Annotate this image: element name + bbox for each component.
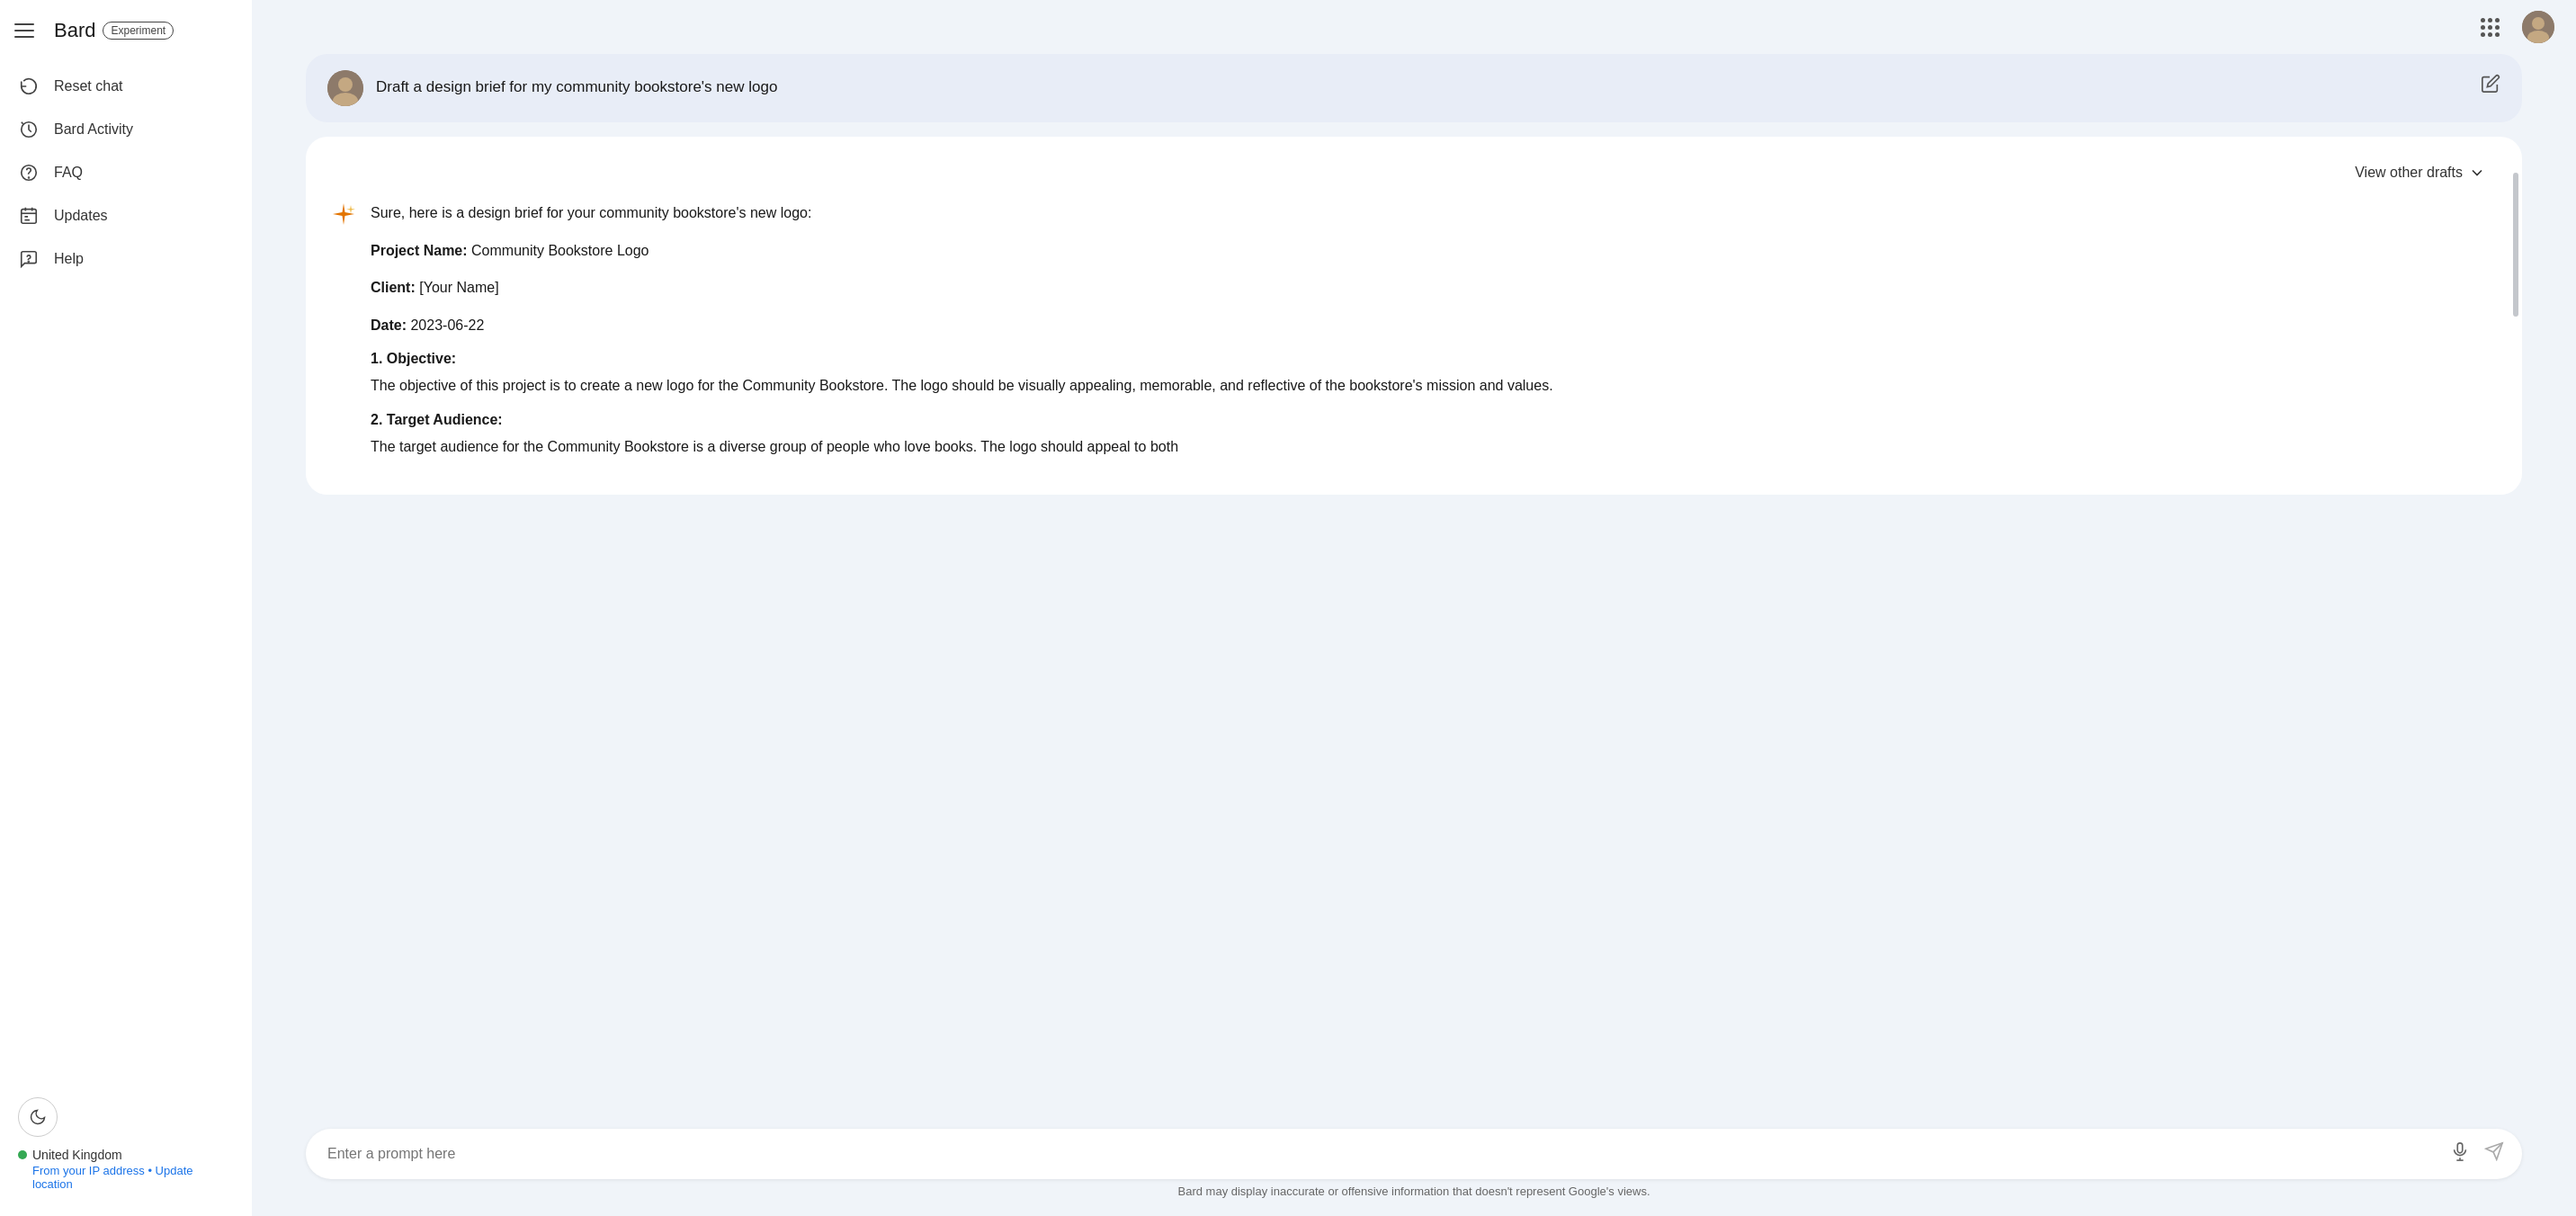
location-links: From your IP address • Update location — [18, 1164, 234, 1191]
view-drafts-label: View other drafts — [2355, 165, 2463, 181]
user-message: Draft a design brief for my community bo… — [306, 54, 2522, 122]
prompt-input[interactable] — [327, 1146, 2439, 1162]
sidebar-header: Bard Experiment — [0, 11, 252, 58]
reset-chat-icon — [18, 76, 40, 97]
bard-icon-area — [331, 201, 356, 473]
chat-area[interactable]: Draft a design brief for my community bo… — [252, 54, 2576, 1114]
sidebar-item-faq[interactable]: FAQ — [0, 151, 237, 194]
sidebar-item-bard-activity-label: Bard Activity — [54, 121, 133, 138]
google-apps-grid — [2481, 18, 2500, 37]
from-ip-link[interactable]: From your IP address — [32, 1164, 145, 1177]
bard-response-content: Sure, here is a design brief for your co… — [331, 201, 2497, 473]
date-label: Date: — [371, 317, 407, 333]
help-icon — [18, 248, 40, 270]
client-value: [Your Name] — [419, 280, 498, 295]
sidebar-nav: Reset chat Bard Activity F — [0, 58, 252, 1083]
main-content: Draft a design brief for my community bo… — [252, 0, 2576, 1216]
location-separator: • — [145, 1164, 156, 1177]
svg-point-9 — [338, 77, 353, 92]
location-row: United Kingdom — [18, 1148, 234, 1162]
sidebar-item-reset-chat[interactable]: Reset chat — [0, 65, 237, 108]
bard-text-content: Sure, here is a design brief for your co… — [371, 201, 2497, 473]
objective-text: The objective of this project is to crea… — [371, 374, 2497, 398]
sidebar: Bard Experiment Reset chat — [0, 0, 252, 1216]
user-avatar[interactable] — [2522, 11, 2554, 43]
bard-intro-text: Sure, here is a design brief for your co… — [371, 201, 2497, 225]
input-row — [306, 1129, 2522, 1179]
sidebar-item-faq-label: FAQ — [54, 165, 83, 181]
sidebar-item-bard-activity[interactable]: Bard Activity — [0, 108, 237, 151]
apps-icon[interactable] — [2472, 9, 2508, 45]
sidebar-item-reset-chat-label: Reset chat — [54, 78, 122, 94]
project-name-label: Project Name: — [371, 243, 468, 258]
sidebar-item-updates[interactable]: Updates — [0, 194, 237, 237]
svg-rect-3 — [22, 210, 37, 224]
client-line: Client: [Your Name] — [371, 276, 2497, 300]
sidebar-item-help[interactable]: Help — [0, 237, 237, 281]
bard-sparkle-icon — [331, 201, 356, 227]
sidebar-item-help-label: Help — [54, 251, 84, 267]
user-message-text: Draft a design brief for my community bo… — [376, 70, 2468, 99]
project-name-line: Project Name: Community Bookstore Logo — [371, 239, 2497, 263]
input-area: Bard may display inaccurate or offensive… — [252, 1114, 2576, 1216]
sidebar-item-updates-label: Updates — [54, 208, 108, 224]
disclaimer-text: Bard may display inaccurate or offensive… — [306, 1179, 2522, 1209]
svg-rect-11 — [2457, 1143, 2463, 1153]
faq-icon — [18, 162, 40, 183]
dark-mode-button[interactable] — [18, 1097, 58, 1137]
view-drafts-row: View other drafts — [331, 158, 2497, 187]
updates-icon — [18, 205, 40, 227]
edit-icon[interactable] — [2481, 70, 2500, 98]
client-label: Client: — [371, 280, 416, 295]
date-line: Date: 2023-06-22 — [371, 314, 2497, 337]
bard-response: View other drafts — [306, 137, 2522, 495]
svg-point-6 — [2532, 17, 2545, 30]
location-area: United Kingdom From your IP address • Up… — [18, 1148, 234, 1191]
top-bar — [252, 0, 2576, 54]
microphone-icon[interactable] — [2446, 1138, 2473, 1170]
svg-point-2 — [29, 177, 30, 178]
scrollbar-track[interactable] — [2511, 137, 2518, 495]
bard-activity-icon — [18, 119, 40, 140]
date-value: 2023-06-22 — [410, 317, 484, 333]
target-audience-text: The target audience for the Community Bo… — [371, 435, 2497, 459]
send-icon[interactable] — [2481, 1138, 2508, 1170]
objective-heading: 1. Objective: — [371, 351, 2497, 367]
sidebar-footer: United Kingdom From your IP address • Up… — [0, 1083, 252, 1205]
location-dot — [18, 1150, 27, 1159]
target-audience-heading: 2. Target Audience: — [371, 412, 2497, 428]
user-message-avatar — [327, 70, 363, 106]
logo-area: Bard Experiment — [54, 19, 174, 42]
view-drafts-button[interactable]: View other drafts — [2344, 158, 2497, 187]
scrollbar-thumb[interactable] — [2513, 173, 2518, 317]
experiment-badge: Experiment — [103, 22, 174, 40]
location-name: United Kingdom — [32, 1148, 122, 1162]
project-name-value: Community Bookstore Logo — [471, 243, 648, 258]
svg-point-4 — [28, 261, 29, 262]
logo-text: Bard — [54, 19, 95, 42]
hamburger-icon[interactable] — [14, 18, 40, 43]
